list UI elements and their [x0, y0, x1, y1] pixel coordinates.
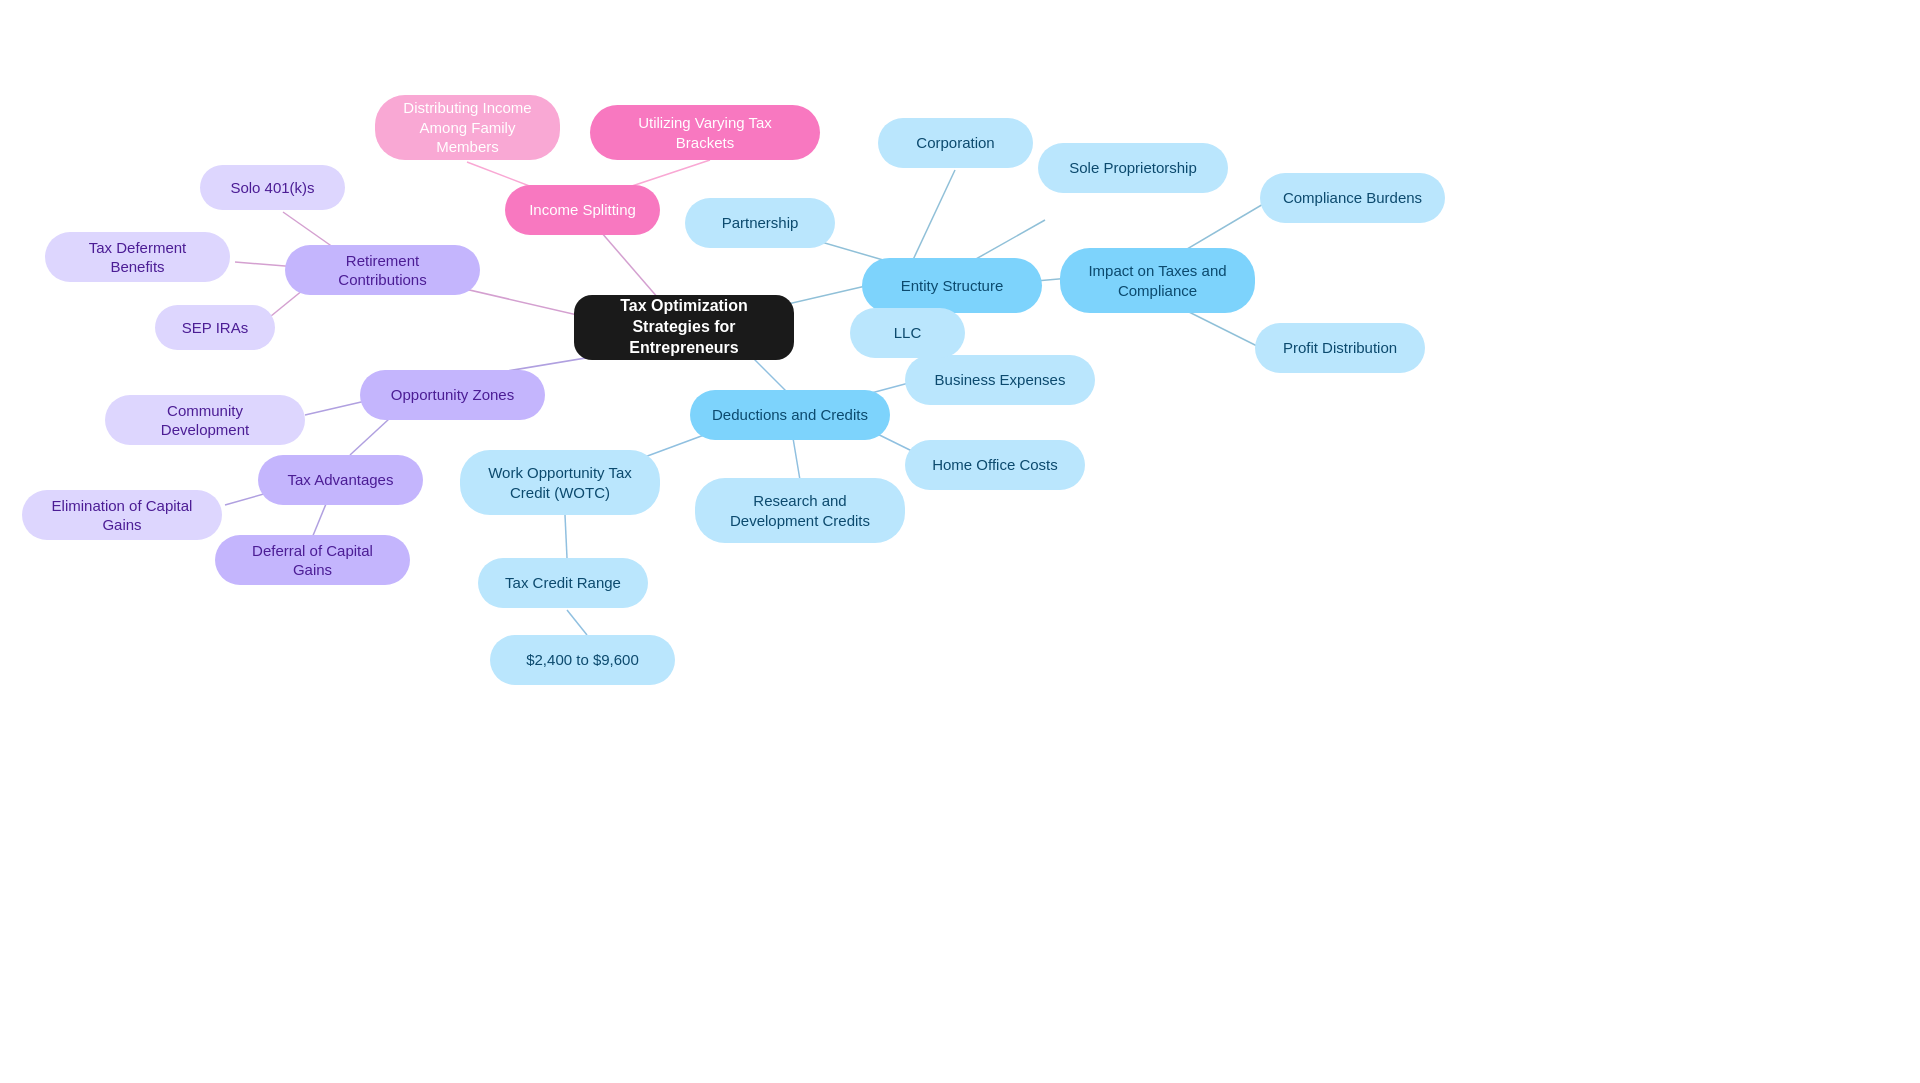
compliance-burdens-node: Compliance Burdens: [1260, 173, 1445, 223]
svg-line-18: [567, 610, 587, 635]
utilizing-brackets-node: Utilizing Varying Tax Brackets: [590, 105, 820, 160]
tax-deferment-node: Tax Deferment Benefits: [45, 232, 230, 282]
distributing-income-node: Distributing Income Among Family Members: [375, 95, 560, 160]
deductions-credits-node: Deductions and Credits: [690, 390, 890, 440]
llc-node: LLC: [850, 308, 965, 358]
partnership-node: Partnership: [685, 198, 835, 248]
entity-structure-node: Entity Structure: [862, 258, 1042, 313]
tax-advantages-node: Tax Advantages: [258, 455, 423, 505]
corporation-node: Corporation: [878, 118, 1033, 168]
elimination-capital-gains-node: Elimination of Capital Gains: [22, 490, 222, 540]
sep-iras-node: SEP IRAs: [155, 305, 275, 350]
opportunity-zones-node: Opportunity Zones: [360, 370, 545, 420]
mindmap-container: Tax Optimization Strategies for Entrepre…: [0, 0, 1920, 1083]
svg-line-20: [912, 170, 955, 262]
credit-amount-node: $2,400 to $9,600: [490, 635, 675, 685]
solo-401k-node: Solo 401(k)s: [200, 165, 345, 210]
profit-distribution-node: Profit Distribution: [1255, 323, 1425, 373]
deferral-capital-gains-node: Deferral of Capital Gains: [215, 535, 410, 585]
research-development-node: Research and Development Credits: [695, 478, 905, 543]
work-opportunity-node: Work Opportunity Tax Credit (WOTC): [460, 450, 660, 515]
tax-credit-range-node: Tax Credit Range: [478, 558, 648, 608]
income-splitting-node: Income Splitting: [505, 185, 660, 235]
sole-proprietorship-node: Sole Proprietorship: [1038, 143, 1228, 193]
retirement-contributions-node: Retirement Contributions: [285, 245, 480, 295]
business-expenses-node: Business Expenses: [905, 355, 1095, 405]
community-development-node: Community Development: [105, 395, 305, 445]
home-office-costs-node: Home Office Costs: [905, 440, 1085, 490]
svg-line-17: [565, 515, 567, 558]
impact-taxes-node: Impact on Taxes and Compliance: [1060, 248, 1255, 313]
center-node: Tax Optimization Strategies for Entrepre…: [574, 295, 794, 360]
